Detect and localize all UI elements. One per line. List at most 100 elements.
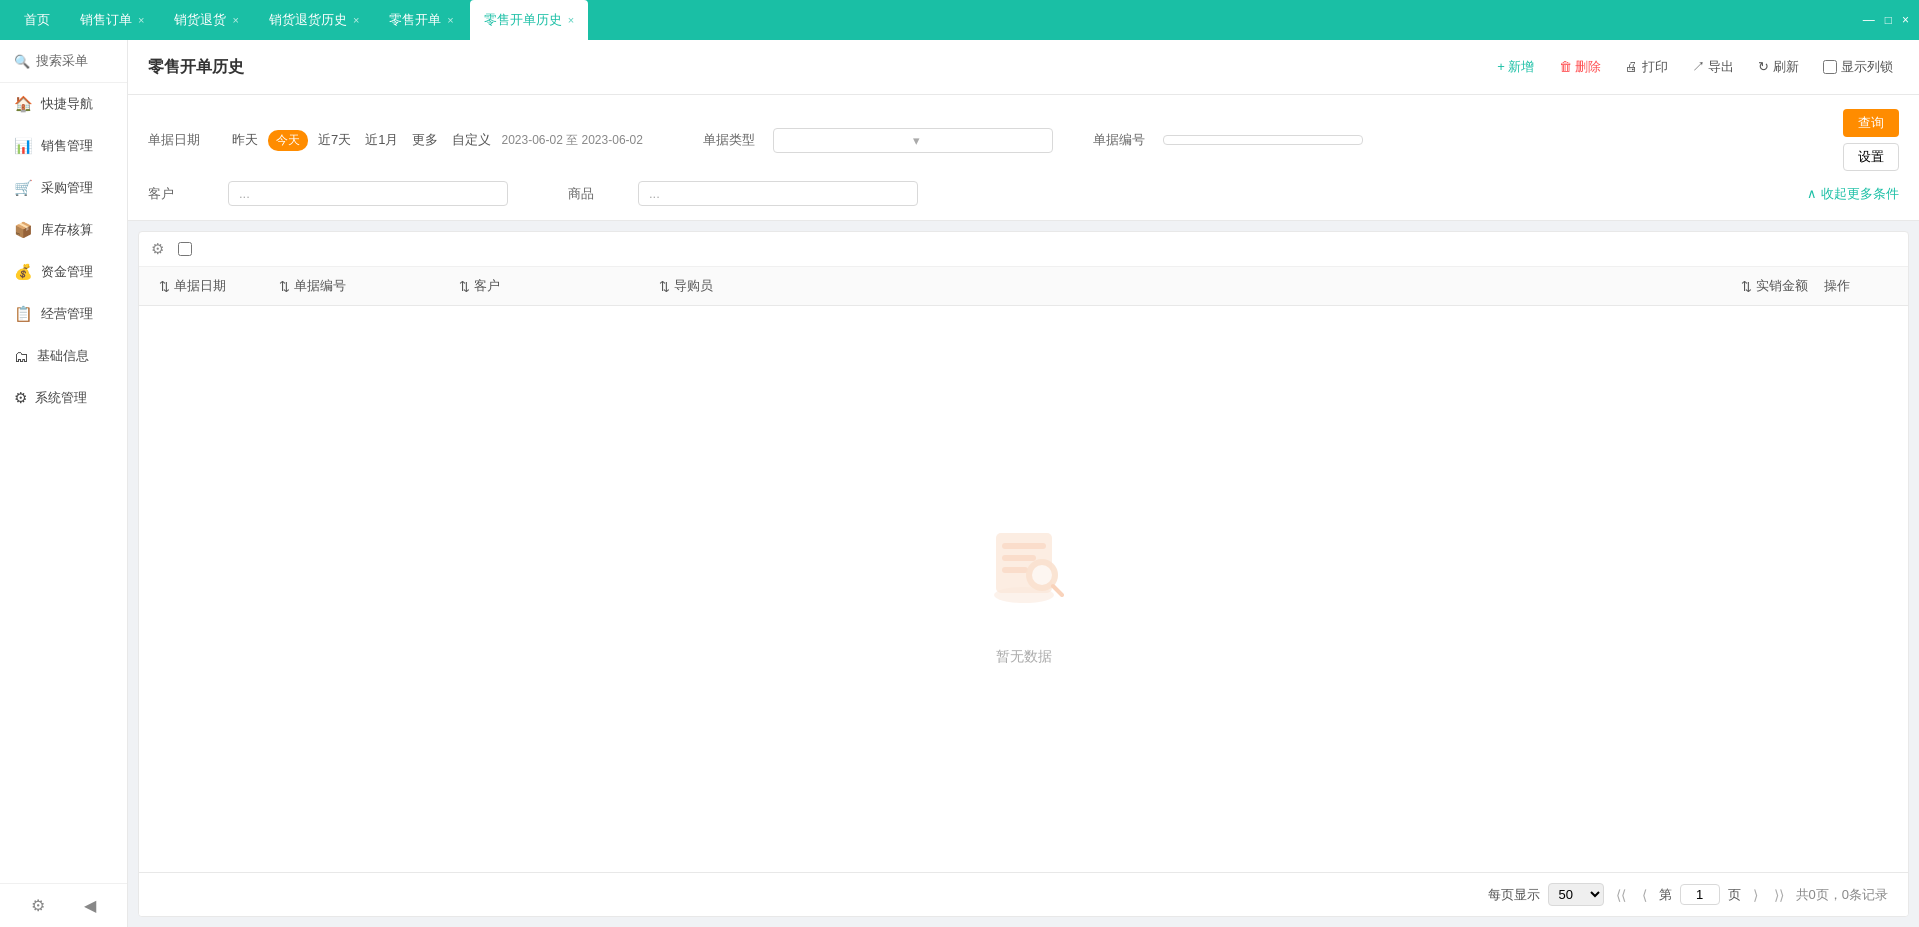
delete-button[interactable]: 🗑 删除	[1553, 54, 1608, 80]
first-page-button[interactable]: ⟨⟨	[1612, 885, 1630, 905]
tab-sales-order[interactable]: 销售订单 ×	[66, 0, 158, 40]
filter-row-2: 客户 ... 商品 ... ∧ 收起更多条件	[148, 181, 1899, 206]
sidebar-item-business[interactable]: 📋 经营管理	[0, 293, 127, 335]
page-actions: + 新增 🗑 删除 🖨 打印 ↗ 导出 ↻ 刷新 显示列锁	[1491, 54, 1899, 80]
sort-guide-icon[interactable]: ⇅	[659, 279, 670, 294]
date-range-display: 2023-06-02 至 2023-06-02	[501, 132, 642, 149]
tab-home[interactable]: 首页	[10, 0, 64, 40]
display-cols-button[interactable]: 显示列锁	[1817, 54, 1899, 80]
sidebar-item-purchase-mgmt-label: 采购管理	[41, 179, 93, 197]
tab-retail-open-history[interactable]: 零售开单历史 ×	[470, 0, 588, 40]
th-op-label: 操作	[1824, 277, 1850, 295]
sort-date-icon[interactable]: ⇅	[159, 279, 170, 294]
sidebar-item-business-label: 经营管理	[41, 305, 93, 323]
date-opt-7days[interactable]: 近7天	[314, 129, 355, 151]
sidebar-item-inventory[interactable]: 📦 库存核算	[0, 209, 127, 251]
add-button[interactable]: + 新增	[1491, 54, 1540, 80]
window-restore[interactable]: □	[1885, 13, 1892, 27]
th-date-label: 单据日期	[174, 277, 226, 295]
th-amount-label: 实销金额	[1756, 277, 1808, 295]
top-bar: 首页 销售订单 × 销货退货 × 销货退货历史 × 零售开单 × 零售开单历史 …	[0, 0, 1919, 40]
sidebar-search[interactable]: 🔍 搜索采单	[0, 40, 127, 83]
table-header: ⇅ 单据日期 ⇅ 单据编号 ⇅ 客户 ⇅ 导购员 ⇅ 实销金额	[139, 267, 1908, 306]
query-button[interactable]: 查询	[1843, 109, 1899, 137]
date-opt-today[interactable]: 今天	[268, 130, 308, 151]
th-date: ⇅ 单据日期	[151, 267, 271, 305]
collapse-label: 收起更多条件	[1821, 185, 1899, 203]
select-all-checkbox[interactable]	[178, 242, 192, 256]
tab-sales-return[interactable]: 销货退货 ×	[160, 0, 252, 40]
refresh-button[interactable]: ↻ 刷新	[1752, 54, 1805, 80]
display-cols-checkbox[interactable]	[1823, 60, 1837, 74]
finance-icon: 💰	[14, 263, 33, 281]
date-label: 单据日期	[148, 131, 208, 149]
th-guide-label: 导购员	[674, 277, 713, 295]
tab-sales-order-close[interactable]: ×	[138, 14, 144, 26]
doc-type-label: 单据类型	[703, 131, 763, 149]
tab-sales-return-history-close[interactable]: ×	[353, 14, 359, 26]
per-page-select[interactable]: 50 10 20 100	[1548, 883, 1604, 906]
sidebar-item-sales-mgmt[interactable]: 📊 销售管理	[0, 125, 127, 167]
date-opt-1month[interactable]: 近1月	[361, 129, 402, 151]
prev-page-button[interactable]: ⟨	[1638, 885, 1651, 905]
window-close[interactable]: ×	[1902, 13, 1909, 27]
settings-icon[interactable]: ⚙	[31, 896, 45, 915]
sidebar-item-purchase-mgmt[interactable]: 🛒 采购管理	[0, 167, 127, 209]
tab-home-label: 首页	[24, 11, 50, 29]
sidebar-item-sys-mgmt-label: 系统管理	[35, 389, 87, 407]
sales-mgmt-icon: 📊	[14, 137, 33, 155]
client-label: 客户	[148, 185, 208, 203]
settings-button[interactable]: 设置	[1843, 143, 1899, 171]
date-opt-custom[interactable]: 自定义	[448, 129, 495, 151]
goods-input[interactable]: ...	[638, 181, 918, 206]
sort-amount-icon[interactable]: ⇅	[1741, 279, 1752, 294]
tab-sales-return-close[interactable]: ×	[232, 14, 238, 26]
th-guide: ⇅ 导购员	[651, 267, 771, 305]
tab-retail-open-history-close[interactable]: ×	[568, 14, 574, 26]
next-page-button[interactable]: ⟩	[1749, 885, 1762, 905]
print-button[interactable]: 🖨 打印	[1619, 54, 1674, 80]
sort-client-icon[interactable]: ⇅	[459, 279, 470, 294]
goods-label: 商品	[568, 185, 628, 203]
filter-area: 单据日期 昨天 今天 近7天 近1月 更多 自定义 2023-06-02 至 2…	[128, 95, 1919, 221]
tab-list: 首页 销售订单 × 销货退货 × 销货退货历史 × 零售开单 × 零售开单历史 …	[10, 0, 1863, 40]
sidebar-item-sys-mgmt[interactable]: ⚙ 系统管理	[0, 377, 127, 419]
page-input[interactable]: 1	[1680, 884, 1720, 905]
th-number: ⇅ 单据编号	[271, 267, 451, 305]
filter-row-1: 单据日期 昨天 今天 近7天 近1月 更多 自定义 2023-06-02 至 2…	[148, 109, 1899, 171]
tab-retail-open-close[interactable]: ×	[447, 14, 453, 26]
page-title: 零售开单历史	[148, 57, 244, 78]
collapse-link[interactable]: ∧ 收起更多条件	[1807, 185, 1899, 203]
doc-num-label: 单据编号	[1093, 131, 1153, 149]
tab-retail-open-history-label: 零售开单历史	[484, 11, 562, 29]
last-page-button[interactable]: ⟩⟩	[1770, 885, 1788, 905]
doc-type-select[interactable]: ▾	[773, 128, 1053, 153]
svg-point-6	[1032, 565, 1052, 585]
tab-sales-return-history[interactable]: 销货退货历史 ×	[255, 0, 373, 40]
sidebar-item-quick-nav[interactable]: 🏠 快捷导航	[0, 83, 127, 125]
window-minimize[interactable]: —	[1863, 13, 1875, 27]
doc-num-input[interactable]	[1163, 135, 1363, 145]
th-client: ⇅ 客户	[451, 267, 651, 305]
svg-rect-3	[1002, 555, 1036, 561]
empty-text: 暂无数据	[996, 648, 1052, 666]
sidebar-search-label: 搜索采单	[36, 52, 88, 70]
goods-placeholder: ...	[649, 186, 907, 201]
table-settings-icon[interactable]: ⚙	[151, 240, 164, 258]
date-opt-more[interactable]: 更多	[408, 129, 442, 151]
tab-sales-return-history-label: 销货退货历史	[269, 11, 347, 29]
client-input[interactable]: ...	[228, 181, 508, 206]
business-icon: 📋	[14, 305, 33, 323]
sidebar-item-finance[interactable]: 💰 资金管理	[0, 251, 127, 293]
date-opt-yesterday[interactable]: 昨天	[228, 129, 262, 151]
collapse-icon[interactable]: ◀	[84, 896, 96, 915]
sort-num-icon[interactable]: ⇅	[279, 279, 290, 294]
sidebar-item-basic-info[interactable]: 🗂 基础信息	[0, 335, 127, 377]
th-number-label: 单据编号	[294, 277, 346, 295]
export-button[interactable]: ↗ 导出	[1686, 54, 1741, 80]
basic-info-icon: 🗂	[14, 348, 29, 365]
table-toolbar: ⚙	[139, 232, 1908, 267]
sidebar-item-quick-nav-label: 快捷导航	[41, 95, 93, 113]
display-cols-label: 显示列锁	[1841, 58, 1893, 76]
tab-retail-open[interactable]: 零售开单 ×	[375, 0, 467, 40]
